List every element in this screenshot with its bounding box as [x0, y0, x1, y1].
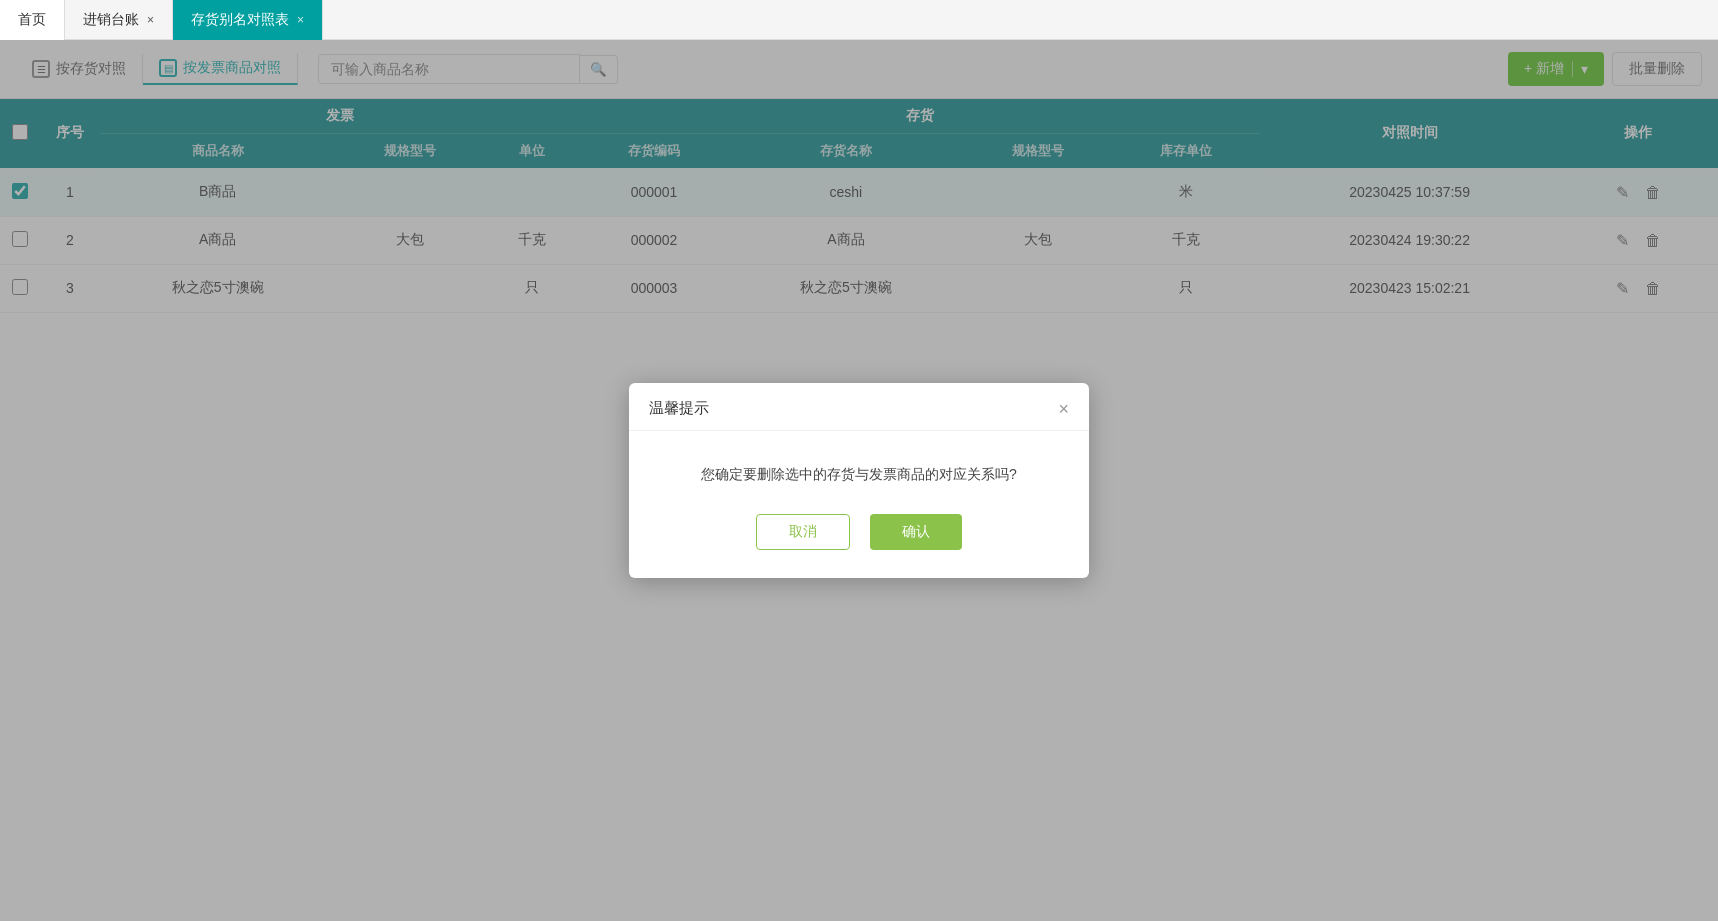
dialog: 温馨提示 × 您确定要删除选中的存货与发票商品的对应关系吗? 取消 确认	[629, 383, 1089, 577]
tab-mapping-label: 存货别名对照表	[191, 11, 289, 29]
tab-mapping-close[interactable]: ×	[297, 13, 304, 27]
dialog-close-button[interactable]: ×	[1058, 400, 1069, 418]
main-content: ☰ 按存货对照 ▤ 按发票商品对照 🔍 + 新增 ▾ 批量删除	[0, 40, 1718, 921]
dialog-message: 您确定要删除选中的存货与发票商品的对应关系吗?	[701, 466, 1017, 482]
btn-cancel-label: 取消	[789, 523, 817, 539]
dialog-body: 您确定要删除选中的存货与发票商品的对应关系吗?	[629, 431, 1089, 513]
tab-home[interactable]: 首页	[0, 0, 65, 40]
tab-home-label: 首页	[18, 11, 46, 29]
tab-ledger[interactable]: 进销台账 ×	[65, 0, 173, 40]
dialog-header: 温馨提示 ×	[629, 383, 1089, 431]
overlay: 温馨提示 × 您确定要删除选中的存货与发票商品的对应关系吗? 取消 确认	[0, 40, 1718, 921]
btn-confirm-label: 确认	[902, 523, 930, 539]
tab-ledger-close[interactable]: ×	[147, 13, 154, 27]
dialog-footer: 取消 确认	[629, 514, 1089, 578]
btn-confirm[interactable]: 确认	[870, 514, 962, 550]
tab-ledger-label: 进销台账	[83, 11, 139, 29]
dialog-title: 温馨提示	[649, 399, 709, 418]
tab-bar: 首页 进销台账 × 存货别名对照表 ×	[0, 0, 1718, 40]
tab-mapping[interactable]: 存货别名对照表 ×	[173, 0, 323, 40]
btn-cancel[interactable]: 取消	[756, 514, 850, 550]
